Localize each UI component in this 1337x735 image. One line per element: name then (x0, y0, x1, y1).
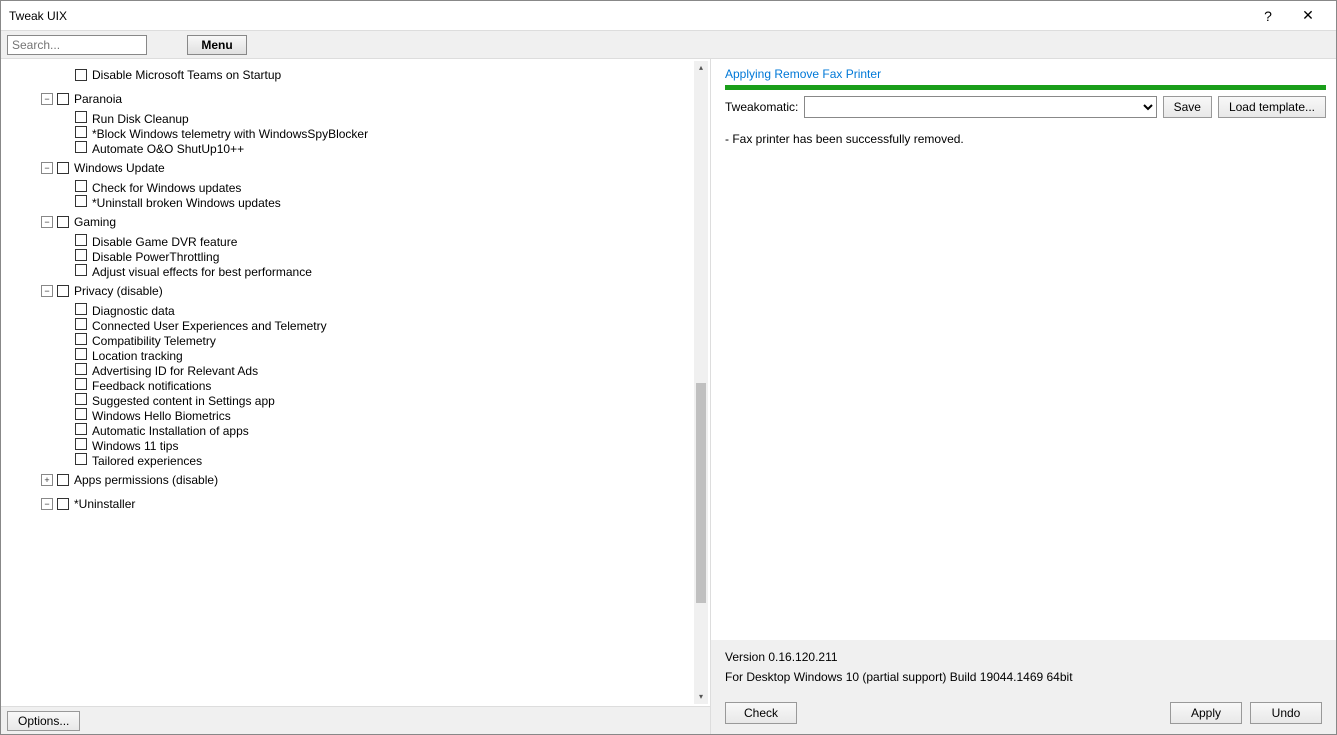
menu-button[interactable]: Menu (187, 35, 247, 55)
checkbox[interactable] (57, 474, 69, 486)
checkbox[interactable] (57, 498, 69, 510)
expand-icon[interactable]: + (41, 474, 53, 486)
window-title: Tweak UIX (9, 9, 67, 23)
tree-item-label[interactable]: Disable PowerThrottling (92, 250, 219, 264)
scrollbar[interactable]: ▴ ▾ (694, 61, 708, 704)
checkbox[interactable] (75, 180, 87, 192)
checkbox[interactable] (75, 126, 87, 138)
scroll-down-icon[interactable]: ▾ (694, 690, 708, 704)
checkbox[interactable] (75, 333, 87, 345)
scroll-thumb[interactable] (696, 383, 706, 603)
tree-group-label[interactable]: Gaming (74, 215, 116, 229)
collapse-icon[interactable]: − (41, 285, 53, 297)
toolbar: Menu (1, 31, 1336, 59)
checkbox[interactable] (75, 111, 87, 123)
tweakomatic-select[interactable] (804, 96, 1156, 118)
checkbox[interactable] (75, 453, 87, 465)
status-text: Applying Remove Fax Printer (725, 65, 1326, 85)
log-line: - Fax printer has been successfully remo… (725, 132, 1326, 146)
tree-item-label[interactable]: Disable Microsoft Teams on Startup (92, 63, 281, 87)
tweakomatic-label: Tweakomatic: (725, 100, 798, 114)
search-input[interactable] (7, 35, 147, 55)
platform-text: For Desktop Windows 10 (partial support)… (725, 670, 1322, 684)
checkbox[interactable] (75, 438, 87, 450)
collapse-icon[interactable]: − (41, 93, 53, 105)
checkbox[interactable] (75, 141, 87, 153)
checkbox[interactable] (75, 423, 87, 435)
tree-item-label[interactable]: Advertising ID for Relevant Ads (92, 364, 258, 378)
tree-item-label[interactable]: Location tracking (92, 349, 183, 363)
version-text: Version 0.16.120.211 (725, 650, 1322, 664)
checkbox[interactable] (75, 195, 87, 207)
titlebar: Tweak UIX ? ✕ (1, 1, 1336, 31)
tree-item-label[interactable]: Automatic Installation of apps (92, 424, 249, 438)
progress-bar (725, 85, 1326, 90)
tree-item-label[interactable]: Disable Game DVR feature (92, 235, 237, 249)
right-pane: Applying Remove Fax Printer Tweakomatic:… (711, 59, 1336, 734)
tree-item-label[interactable]: Windows 11 tips (92, 439, 178, 453)
log-area: - Fax printer has been successfully remo… (725, 128, 1326, 640)
checkbox[interactable] (75, 249, 87, 261)
checkbox[interactable] (75, 234, 87, 246)
collapse-icon[interactable]: − (41, 216, 53, 228)
tree-item-label[interactable]: Feedback notifications (92, 379, 211, 393)
tree-item-label[interactable]: Suggested content in Settings app (92, 394, 275, 408)
tree-item-label[interactable]: *Block Windows telemetry with WindowsSpy… (92, 127, 368, 141)
load-template-button[interactable]: Load template... (1218, 96, 1326, 118)
tree-item-label[interactable]: Run Disk Cleanup (92, 112, 189, 126)
checkbox[interactable] (75, 393, 87, 405)
checkbox[interactable] (75, 303, 87, 315)
options-button[interactable]: Options... (7, 711, 80, 731)
collapse-icon[interactable]: − (41, 498, 53, 510)
checkbox[interactable] (57, 216, 69, 228)
checkbox[interactable] (75, 363, 87, 375)
tree-item-label[interactable]: Connected User Experiences and Telemetry (92, 319, 327, 333)
left-footer: Options... (1, 706, 710, 734)
tree-group-label[interactable]: Paranoia (74, 92, 122, 106)
checkbox[interactable] (75, 318, 87, 330)
checkbox[interactable] (57, 162, 69, 174)
close-button[interactable]: ✕ (1288, 7, 1328, 24)
left-pane: Disable Microsoft Teams on Startup − Paran… (1, 59, 711, 734)
check-button[interactable]: Check (725, 702, 797, 724)
tree-item-label[interactable]: Compatibility Telemetry (92, 334, 216, 348)
checkbox[interactable] (75, 378, 87, 390)
tweak-tree[interactable]: Disable Microsoft Teams on Startup − Paran… (1, 59, 710, 520)
checkbox[interactable] (57, 93, 69, 105)
tree-item-label[interactable]: Diagnostic data (92, 304, 175, 318)
tree-item-label[interactable]: Automate O&O ShutUp10++ (92, 142, 244, 156)
checkbox[interactable] (75, 348, 87, 360)
tree-item-label[interactable]: Adjust visual effects for best performan… (92, 265, 312, 279)
right-footer: Version 0.16.120.211 For Desktop Windows… (711, 640, 1336, 734)
tree-group-label[interactable]: Privacy (disable) (74, 284, 163, 298)
checkbox[interactable] (75, 408, 87, 420)
tree-group-label[interactable]: Apps permissions (disable) (74, 473, 218, 487)
save-button[interactable]: Save (1163, 96, 1212, 118)
help-button[interactable]: ? (1248, 8, 1288, 24)
checkbox[interactable] (75, 264, 87, 276)
tree-item-label[interactable]: Windows Hello Biometrics (92, 409, 231, 423)
tree-group-label[interactable]: *Uninstaller (74, 497, 135, 511)
tree-group-label[interactable]: Windows Update (74, 161, 165, 175)
undo-button[interactable]: Undo (1250, 702, 1322, 724)
tweakomatic-row: Tweakomatic: Save Load template... (725, 96, 1326, 118)
checkbox[interactable] (57, 285, 69, 297)
tree-item-label[interactable]: *Uninstall broken Windows updates (92, 196, 281, 210)
scroll-up-icon[interactable]: ▴ (694, 61, 708, 75)
apply-button[interactable]: Apply (1170, 702, 1242, 724)
tree-item-label[interactable]: Tailored experiences (92, 454, 202, 468)
collapse-icon[interactable]: − (41, 162, 53, 174)
checkbox[interactable] (75, 69, 87, 81)
tree-item-label[interactable]: Check for Windows updates (92, 181, 241, 195)
